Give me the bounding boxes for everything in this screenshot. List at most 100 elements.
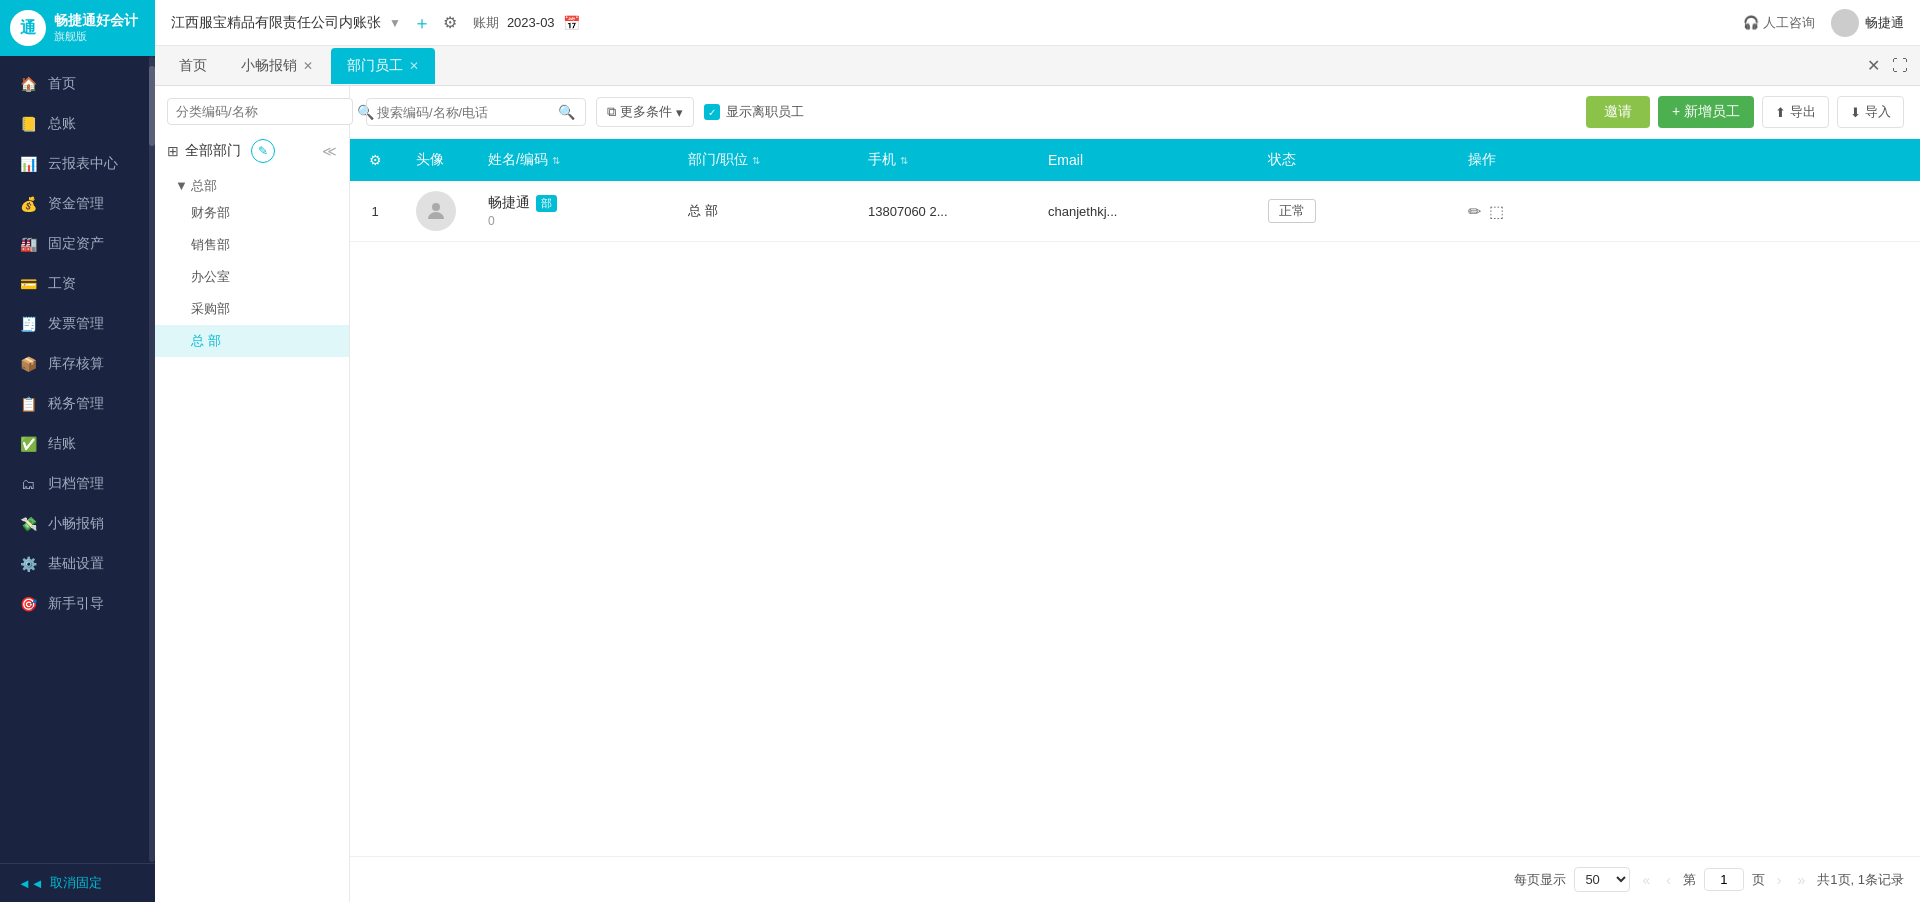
first-page-button[interactable]: « [1638,870,1654,890]
dept-item-zongbu[interactable]: 总 部 [155,325,349,357]
inventory-icon: 📦 [18,354,38,374]
pin-icon: ◄◄ [18,876,44,891]
export-icon: ⬆ [1775,105,1786,120]
employee-avatar [416,191,456,231]
company-settings-icon[interactable]: ⚙ [443,13,457,32]
logo-sub: 旗舰版 [54,29,138,44]
sidebar-item-ledger[interactable]: 📒 总账 [0,104,155,144]
tab-department[interactable]: 部门员工 ✕ [331,48,435,84]
col-email: Email [1032,139,1252,181]
show-resigned-toggle[interactable]: ✓ 显示离职员工 [704,103,804,121]
sidebar-item-assets[interactable]: 🏭 固定资产 [0,224,155,264]
invoice-icon: 🧾 [18,314,38,334]
dept-collapse-icon[interactable]: ≪ [322,143,337,159]
dept-item-bangongshi[interactable]: 办公室 [155,261,349,293]
cancel-fixed-button[interactable]: ◄◄ 取消固定 [0,863,155,902]
employee-name: 畅捷通 [488,194,530,212]
guide-icon: 🎯 [18,594,38,614]
col-avatar: 头像 [400,139,472,181]
page-body: 🔍 ⊞ 全部部门 ✎ ≪ ▼ 总部 财务部 销售部 办公室 采购部 总 部 [155,86,1920,902]
tab-home[interactable]: 首页 [163,48,223,84]
dept-item-caigou[interactable]: 采购部 [155,293,349,325]
prev-page-button[interactable]: ‹ [1662,870,1675,890]
salary-icon: 💳 [18,274,38,294]
company-dropdown-icon[interactable]: ▼ [389,16,401,30]
main-content: 江西服宝精品有限责任公司内账张 ▼ ＋ ⚙ 账期 2023-03 📅 🎧 人工咨… [155,0,1920,902]
row-dept: 总 部 [672,181,852,242]
calendar-icon[interactable]: 📅 [563,15,580,31]
maximize-icon[interactable]: ⛶ [1888,53,1912,79]
logo-icon: 通 [10,10,46,46]
sidebar-item-checkout[interactable]: ✅ 结账 [0,424,155,464]
sidebar-item-archive[interactable]: 🗂 归档管理 [0,464,155,504]
per-page-label: 每页显示 [1514,871,1566,889]
col-name[interactable]: 姓名/编码 ⇅ [472,139,672,181]
table-row: 1 畅捷通 部 0 [350,181,1920,242]
status-badge: 正常 [1268,199,1316,223]
sidebar-item-home[interactable]: 🏠 首页 [0,64,155,104]
close-all-tabs-icon[interactable]: ✕ [1863,52,1884,79]
assets-icon: 🏭 [18,234,38,254]
last-page-button[interactable]: » [1794,870,1810,890]
ledger-icon: 📒 [18,114,38,134]
more-actions-button[interactable]: ⬚ [1489,202,1504,221]
invite-button[interactable]: 邀请 [1586,96,1650,128]
add-employee-button[interactable]: + 新增员工 [1658,96,1754,128]
sidebar-item-tax[interactable]: 📋 税务管理 [0,384,155,424]
row-phone: 13807060 2... [852,181,1032,242]
employee-dept-badge: 部 [536,195,557,212]
tab-expense[interactable]: 小畅报销 ✕ [225,48,329,84]
dept-item-caiwu[interactable]: 财务部 [155,197,349,229]
sidebar-item-capital[interactable]: 💰 资金管理 [0,184,155,224]
import-button[interactable]: ⬇ 导入 [1837,96,1904,128]
employee-search-input[interactable] [377,105,552,120]
close-tab-department-icon[interactable]: ✕ [409,59,419,73]
tax-icon: 📋 [18,394,38,414]
col-settings[interactable]: ⚙ [350,139,400,181]
capital-icon: 💰 [18,194,38,214]
employee-table: ⚙ 头像 姓名/编码 ⇅ 部门/职位 ⇅ 手机 [350,139,1920,242]
dept-item-xiaoshou[interactable]: 销售部 [155,229,349,261]
col-status: 状态 [1252,139,1452,181]
tabs-actions: ✕ ⛶ [1863,52,1920,79]
col-phone[interactable]: 手机 ⇅ [852,139,1032,181]
edit-employee-button[interactable]: ✏ [1468,202,1481,221]
col-action: 操作 [1452,139,1920,181]
expand-icon[interactable]: ▼ [175,178,188,193]
dept-search-input[interactable] [167,98,353,125]
dept-edit-button[interactable]: ✎ [251,139,275,163]
user-info: 畅捷通 [1831,9,1904,37]
svg-point-0 [432,203,440,211]
employee-search-icon[interactable]: 🔍 [558,104,575,120]
human-consult-button[interactable]: 🎧 人工咨询 [1743,14,1815,32]
more-filter-button[interactable]: ⧉ 更多条件 ▾ [596,97,694,127]
settings-icon: ⚙️ [18,554,38,574]
employee-search-box: 🔍 [366,98,586,126]
expense-icon: 💸 [18,514,38,534]
resigned-checkbox[interactable]: ✓ [704,104,720,120]
per-page-select[interactable]: 50 100 200 [1574,867,1630,892]
all-departments-item[interactable]: ⊞ 全部部门 ✎ ≪ [155,133,349,169]
tabs-bar: 首页 小畅报销 ✕ 部门员工 ✕ ✕ ⛶ [155,46,1920,86]
sidebar-item-settings[interactable]: ⚙️ 基础设置 [0,544,155,584]
pagination: 每页显示 50 100 200 « ‹ 第 页 › » 共1页, 1条记录 [350,856,1920,902]
close-tab-expense-icon[interactable]: ✕ [303,59,313,73]
col-dept[interactable]: 部门/职位 ⇅ [672,139,852,181]
filter-dropdown-icon: ▾ [676,105,683,120]
page-number-input[interactable] [1704,868,1744,891]
sidebar-item-salary[interactable]: 💳 工资 [0,264,155,304]
grid-icon: ⊞ [167,143,179,159]
row-status: 正常 [1252,181,1452,242]
sidebar-item-expense[interactable]: 💸 小畅报销 [0,504,155,544]
next-page-button[interactable]: › [1773,870,1786,890]
sidebar-item-guide[interactable]: 🎯 新手引导 [0,584,155,624]
sidebar-item-inventory[interactable]: 📦 库存核算 [0,344,155,384]
user-avatar [1831,9,1859,37]
add-company-button[interactable]: ＋ [409,11,435,35]
sidebar: 通 畅捷通好会计 旗舰版 🏠 首页 📒 总账 📊 云报表中心 💰 资金管理 🏭 … [0,0,155,902]
import-icon: ⬇ [1850,105,1861,120]
name-sort-icon: ⇅ [552,155,560,166]
sidebar-item-invoice[interactable]: 🧾 发票管理 [0,304,155,344]
sidebar-item-report[interactable]: 📊 云报表中心 [0,144,155,184]
export-button[interactable]: ⬆ 导出 [1762,96,1829,128]
